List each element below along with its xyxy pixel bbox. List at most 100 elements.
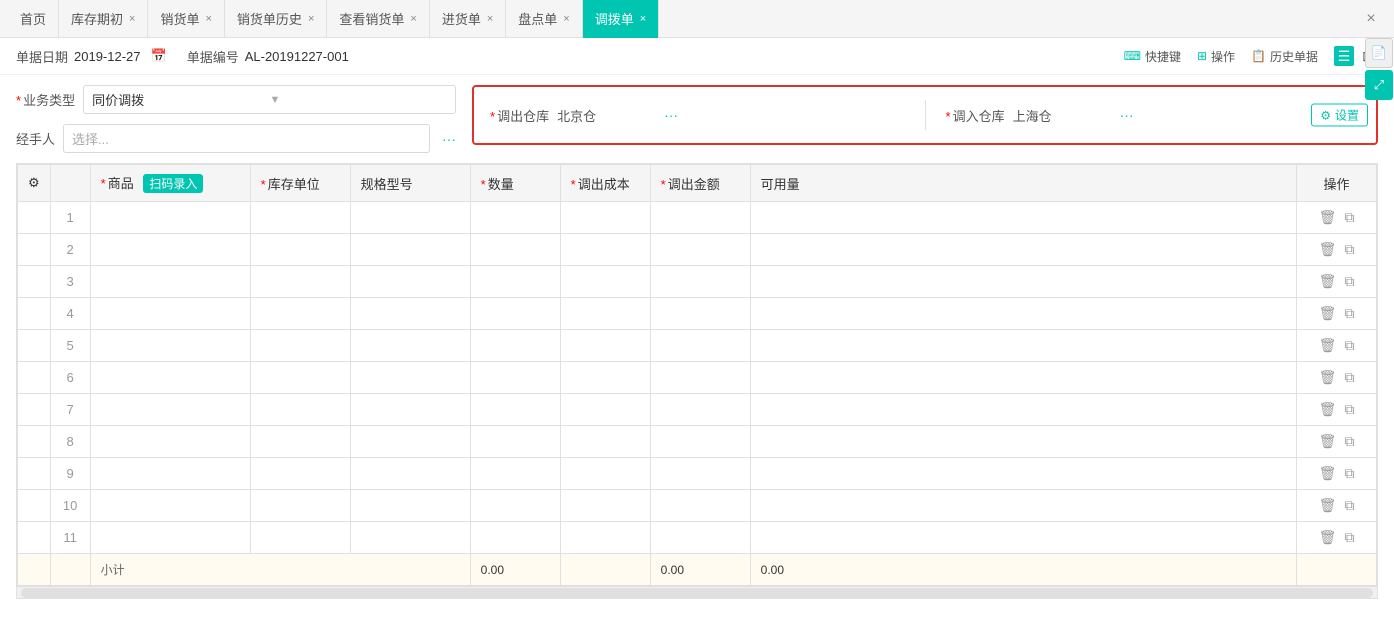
tab-inventory-init[interactable]: 库存期初 × xyxy=(59,0,148,38)
copy-icon[interactable]: ⧉ xyxy=(1344,497,1354,514)
row-product-cell[interactable] xyxy=(90,426,250,458)
row-spec-cell[interactable] xyxy=(350,394,470,426)
th-settings[interactable]: ⚙ xyxy=(18,165,51,202)
delete-icon[interactable]: 🗑 xyxy=(1319,369,1337,386)
delete-icon[interactable]: 🗑 xyxy=(1319,305,1337,322)
row-amount-cell[interactable] xyxy=(650,202,750,234)
row-qty-cell[interactable] xyxy=(470,298,560,330)
row-amount-cell[interactable] xyxy=(650,330,750,362)
row-amount-cell[interactable] xyxy=(650,394,750,426)
subtotal-copy-icon[interactable]: ⧉ xyxy=(1344,529,1354,546)
row-qty-cell[interactable] xyxy=(470,458,560,490)
row-amount-cell[interactable] xyxy=(650,362,750,394)
tab-sales-history[interactable]: 销货单历史 × xyxy=(225,0,327,38)
delete-icon[interactable]: 🗑 xyxy=(1319,209,1337,226)
handler-select[interactable]: 选择... xyxy=(63,124,430,153)
row-product-cell[interactable] xyxy=(90,234,250,266)
row-unit-cell[interactable] xyxy=(250,202,350,234)
copy-icon[interactable]: ⧉ xyxy=(1344,273,1354,290)
tab-transfer[interactable]: 调拨单 × xyxy=(583,0,659,38)
delete-icon[interactable]: 🗑 xyxy=(1319,241,1337,258)
row-spec-cell[interactable] xyxy=(350,426,470,458)
row-product-cell[interactable] xyxy=(90,458,250,490)
row-product-cell[interactable] xyxy=(90,202,250,234)
row-unit-cell[interactable] xyxy=(250,426,350,458)
row-amount-cell[interactable] xyxy=(650,426,750,458)
transfer-out-more-button[interactable]: ··· xyxy=(664,107,678,123)
row-spec-cell[interactable] xyxy=(350,458,470,490)
shortcut-button[interactable]: ⌨ 快捷键 xyxy=(1124,48,1181,65)
subtotal-product-cell[interactable] xyxy=(90,522,250,554)
row-cost-cell[interactable] xyxy=(560,266,650,298)
subtotal-delete-icon[interactable]: 🗑 xyxy=(1319,529,1337,546)
row-spec-cell[interactable] xyxy=(350,202,470,234)
delete-icon[interactable]: 🗑 xyxy=(1319,273,1337,290)
row-unit-cell[interactable] xyxy=(250,298,350,330)
row-unit-cell[interactable] xyxy=(250,490,350,522)
row-spec-cell[interactable] xyxy=(350,490,470,522)
row-product-cell[interactable] xyxy=(90,298,250,330)
row-cost-cell[interactable] xyxy=(560,394,650,426)
sidebar-doc-button[interactable]: 📄 xyxy=(1365,38,1393,68)
sidebar-expand-button[interactable]: ⤢ xyxy=(1365,70,1393,100)
operations-button[interactable]: ⊞ 操作 xyxy=(1197,48,1235,65)
row-qty-cell[interactable] xyxy=(470,202,560,234)
row-product-cell[interactable] xyxy=(90,266,250,298)
copy-icon[interactable]: ⧉ xyxy=(1344,209,1354,226)
tab-close-sales-history[interactable]: × xyxy=(308,13,314,25)
setting-button[interactable]: ⚙ 设置 xyxy=(1311,104,1368,127)
copy-icon[interactable]: ⧉ xyxy=(1344,401,1354,418)
transfer-in-value[interactable]: 上海仓 xyxy=(1013,106,1052,125)
scan-entry-button[interactable]: 扫码录入 xyxy=(143,174,203,193)
transfer-out-value[interactable]: 北京仓 xyxy=(557,106,596,125)
row-qty-cell[interactable] xyxy=(470,426,560,458)
copy-icon[interactable]: ⧉ xyxy=(1344,305,1354,322)
delete-icon[interactable]: 🗑 xyxy=(1319,433,1337,450)
row-amount-cell[interactable] xyxy=(650,234,750,266)
window-close-button[interactable]: × xyxy=(1356,0,1386,38)
biz-type-select[interactable]: 同价调拨 ▼ xyxy=(83,85,456,114)
row-qty-cell[interactable] xyxy=(470,266,560,298)
row-cost-cell[interactable] xyxy=(560,426,650,458)
tab-close-purchase[interactable]: × xyxy=(487,13,493,25)
row-product-cell[interactable] xyxy=(90,490,250,522)
row-spec-cell[interactable] xyxy=(350,234,470,266)
row-qty-cell[interactable] xyxy=(470,234,560,266)
delete-icon[interactable]: 🗑 xyxy=(1319,497,1337,514)
row-spec-cell[interactable] xyxy=(350,298,470,330)
row-qty-cell[interactable] xyxy=(470,394,560,426)
layout-list-icon[interactable]: ☰ xyxy=(1334,46,1354,66)
tab-stocktake[interactable]: 盘点单 × xyxy=(506,0,582,38)
row-amount-cell[interactable] xyxy=(650,490,750,522)
row-cost-cell[interactable] xyxy=(560,458,650,490)
copy-icon[interactable]: ⧉ xyxy=(1344,465,1354,482)
row-cost-cell[interactable] xyxy=(560,330,650,362)
row-amount-cell[interactable] xyxy=(650,458,750,490)
row-cost-cell[interactable] xyxy=(560,490,650,522)
row-unit-cell[interactable] xyxy=(250,234,350,266)
tab-sales-order[interactable]: 销货单 × xyxy=(148,0,224,38)
row-unit-cell[interactable] xyxy=(250,266,350,298)
date-value[interactable]: 2019-12-27 xyxy=(74,49,141,64)
settings-icon[interactable]: ⚙ xyxy=(28,175,40,190)
tab-view-sales[interactable]: 查看销货单 × xyxy=(327,0,429,38)
handler-more-button[interactable]: ··· xyxy=(442,131,456,147)
row-spec-cell[interactable] xyxy=(350,266,470,298)
tab-close-stocktake[interactable]: × xyxy=(563,13,569,25)
row-cost-cell[interactable] xyxy=(560,202,650,234)
row-amount-cell[interactable] xyxy=(650,266,750,298)
tab-purchase[interactable]: 进货单 × xyxy=(430,0,506,38)
row-spec-cell[interactable] xyxy=(350,362,470,394)
transfer-in-more-button[interactable]: ··· xyxy=(1120,107,1134,123)
row-unit-cell[interactable] xyxy=(250,394,350,426)
row-product-cell[interactable] xyxy=(90,394,250,426)
subtotal-unit-cell[interactable] xyxy=(250,522,350,554)
row-amount-cell[interactable] xyxy=(650,298,750,330)
row-product-cell[interactable] xyxy=(90,330,250,362)
history-button[interactable]: 📋 历史单据 xyxy=(1251,48,1318,65)
row-cost-cell[interactable] xyxy=(560,298,650,330)
row-qty-cell[interactable] xyxy=(470,330,560,362)
copy-icon[interactable]: ⧉ xyxy=(1344,241,1354,258)
horizontal-scrollbar[interactable] xyxy=(16,587,1378,599)
row-cost-cell[interactable] xyxy=(560,234,650,266)
